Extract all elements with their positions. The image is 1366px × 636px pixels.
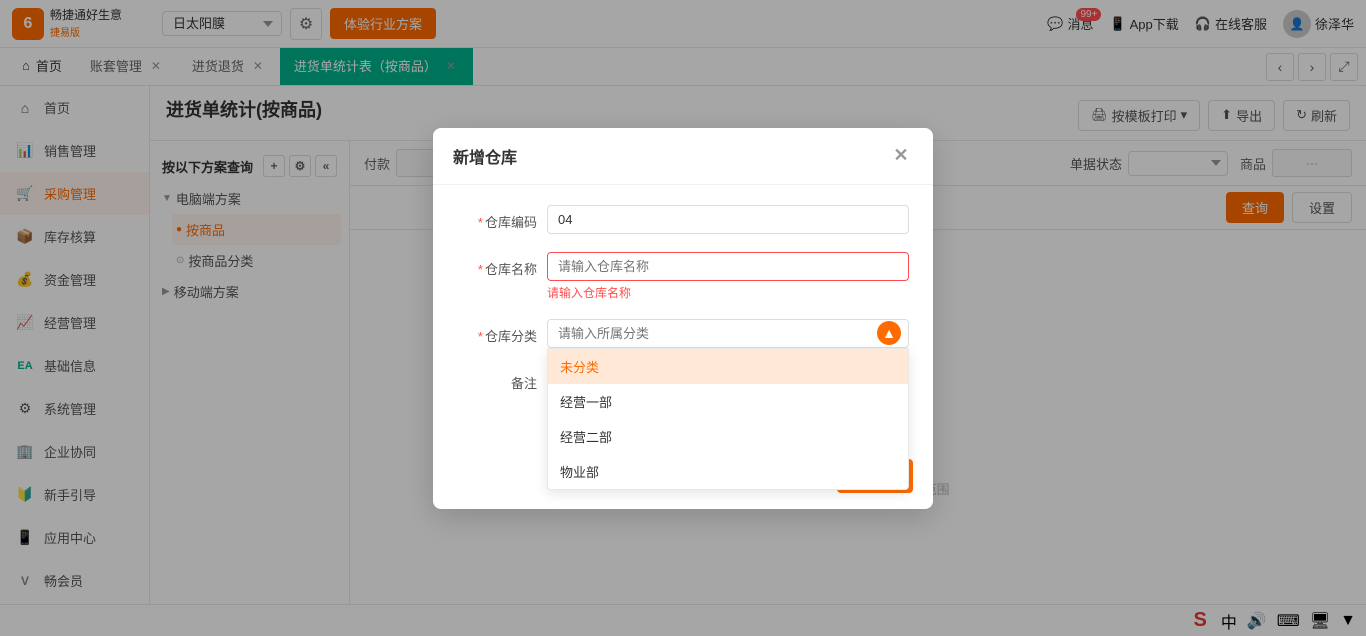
name-label: 仓库名称 — [457, 252, 537, 278]
category-control: ▲ 未分类 经营一部 经营二部 物业部 — [547, 319, 909, 348]
name-control: 请输入仓库名称 — [547, 252, 909, 301]
code-label: 仓库编码 — [457, 205, 537, 231]
category-dropdown-list: 未分类 经营一部 经营二部 物业部 — [547, 348, 909, 490]
category-label: 仓库分类 — [457, 319, 537, 345]
code-input[interactable] — [547, 205, 909, 234]
dropdown-item-property[interactable]: 物业部 — [548, 454, 908, 489]
category-input[interactable] — [547, 319, 909, 348]
name-input[interactable] — [547, 252, 909, 281]
dialog-title: 新增仓库 — [453, 144, 517, 168]
name-error-tip: 请输入仓库名称 — [547, 284, 909, 301]
dialog-overlay[interactable]: 新增仓库 ✕ 仓库编码 仓库名称 请输入仓库名称 仓库分类 — [0, 0, 1366, 636]
dropdown-item-dept2[interactable]: 经营二部 — [548, 419, 908, 454]
form-row-code: 仓库编码 — [457, 205, 909, 234]
dialog-close-button[interactable]: ✕ — [889, 144, 913, 168]
new-warehouse-dialog: 新增仓库 ✕ 仓库编码 仓库名称 请输入仓库名称 仓库分类 — [433, 128, 933, 509]
form-row-category: 仓库分类 ▲ 未分类 经营一部 经营二部 物业部 — [457, 319, 909, 348]
dialog-body: 仓库编码 仓库名称 请输入仓库名称 仓库分类 ▲ — [433, 185, 933, 449]
form-row-name: 仓库名称 请输入仓库名称 — [457, 252, 909, 301]
dropdown-arrow-button[interactable]: ▲ — [877, 321, 901, 345]
note-label: 备注 — [457, 366, 537, 392]
dropdown-item-uncategorized[interactable]: 未分类 — [548, 349, 908, 384]
dropdown-item-dept1[interactable]: 经营一部 — [548, 384, 908, 419]
dialog-header: 新增仓库 ✕ — [433, 128, 933, 185]
code-control — [547, 205, 909, 234]
